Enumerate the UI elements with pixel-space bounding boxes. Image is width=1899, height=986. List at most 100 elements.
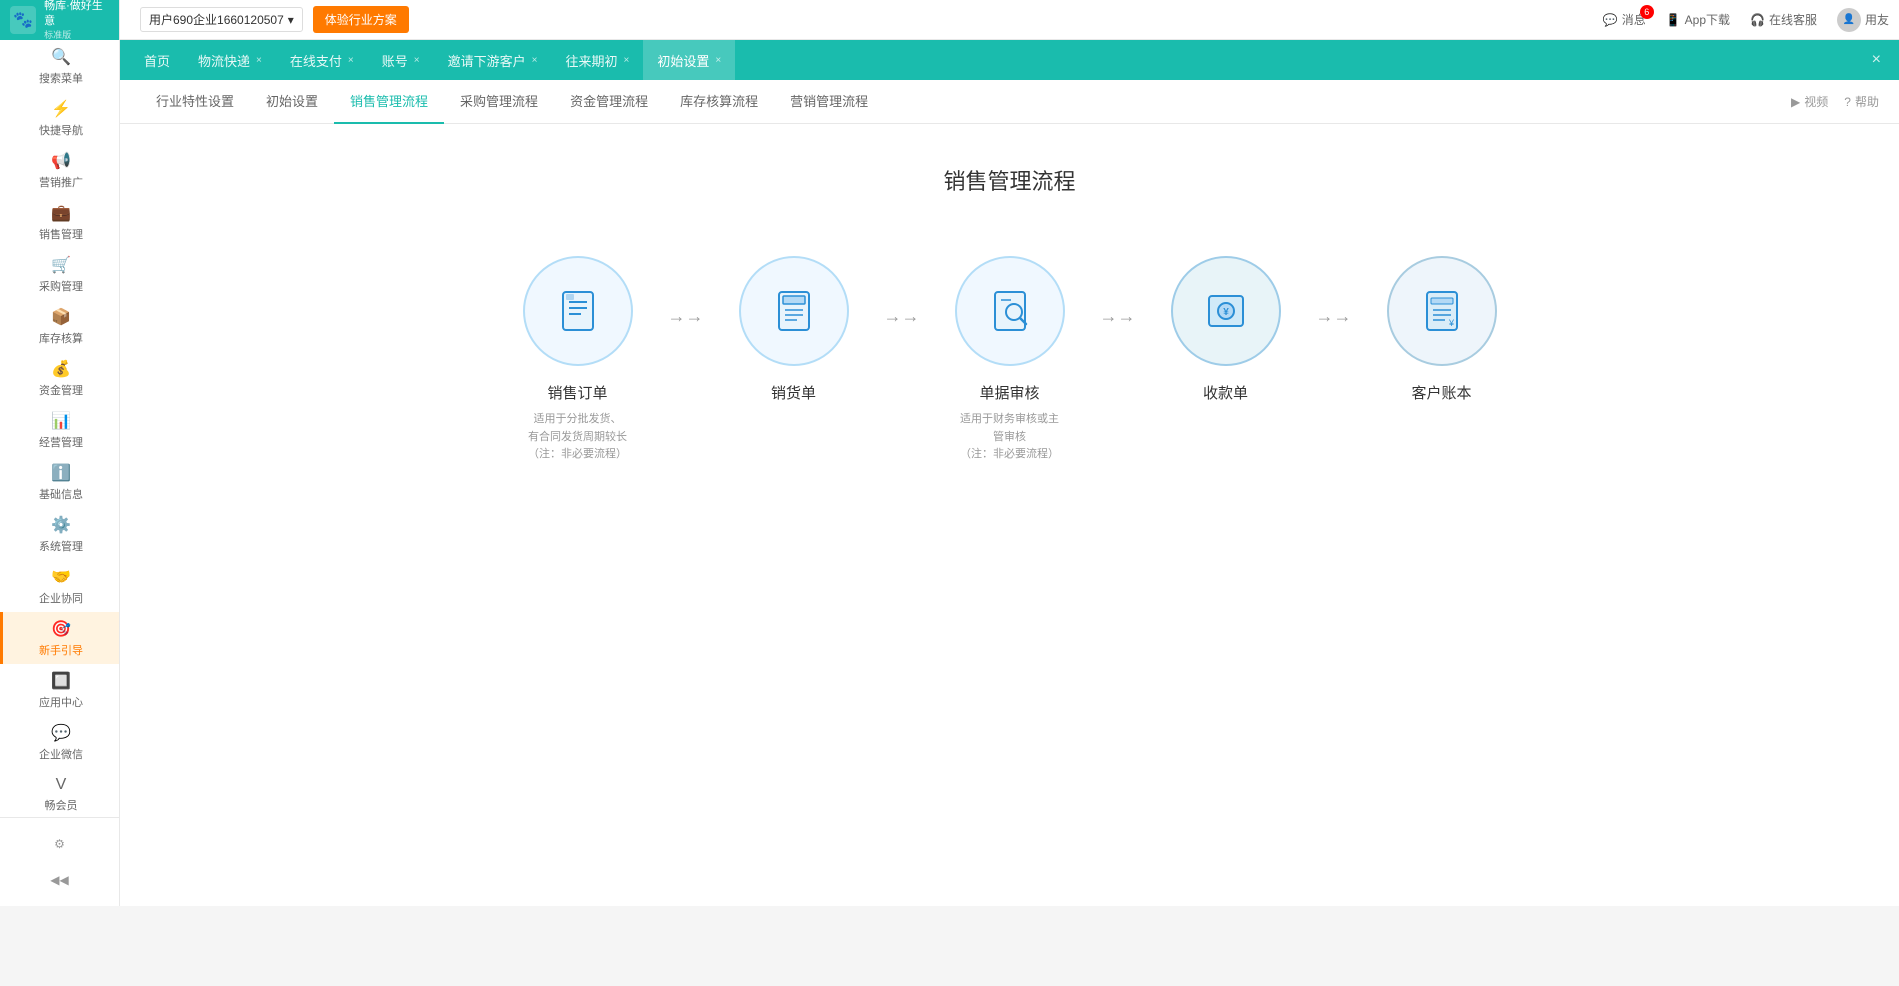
nav-tab-label-2: 在线支付 [290,51,342,70]
sidebar-icon-14: V [56,776,67,794]
nav-tab-close-4[interactable]: × [532,55,538,66]
help-link[interactable]: ? 帮助 [1844,93,1879,110]
app-label: App下载 [1685,11,1730,28]
nav-tab-label-1: 物流快递 [198,51,250,70]
sub-tab-1[interactable]: 初始设置 [250,80,334,124]
flow-step-desc-1: 适用于分批发货、有合同发货周期较长（注：非必要流程） [528,411,627,464]
sidebar-icon-12: 🔲 [51,671,71,691]
sidebar-item-5[interactable]: 📦 库存核算 [0,300,119,352]
sidebar-label-9: 系统管理 [39,538,83,554]
nav-tab-2[interactable]: 在线支付 × [276,40,368,80]
sidebar-item-6[interactable]: 💰 资金管理 [0,352,119,404]
sidebar-label-4: 采购管理 [39,278,83,294]
sidebar-item-10[interactable]: 🤝 企业协同 [0,560,119,612]
trial-button[interactable]: 体验行业方案 [313,6,409,33]
sidebar-icon-5: 📦 [51,307,71,327]
sidebar-item-0[interactable]: 🔍 搜索菜单 [0,40,119,92]
sidebar-item-13[interactable]: 💬 企业微信 [0,716,119,768]
user-select[interactable]: 用户690企业1660120507 ▾ [140,7,303,32]
sub-tab-5[interactable]: 库存核算流程 [664,80,774,124]
service-icon: 🎧 [1750,13,1765,27]
sidebar-label-11: 新手引导 [39,642,83,658]
user-label: 用户690企业1660120507 [149,11,284,28]
logo-text: 畅库·做好生意 [44,0,109,28]
sidebar-logo: 🐾 畅库·做好生意 标准版 [0,0,119,40]
sub-tab-help: ▶ 视频 ? 帮助 [1791,93,1879,110]
sidebar-item-4[interactable]: 🛒 采购管理 [0,248,119,300]
sidebar-label-1: 快捷导航 [39,122,83,138]
username: 用友 [1865,11,1889,28]
sidebar-item-7[interactable]: 📊 经营管理 [0,404,119,456]
sub-tab-3[interactable]: 采购管理流程 [444,80,554,124]
nav-tab-label-6: 初始设置 [657,51,709,70]
sidebar-icon-0: 🔍 [51,47,71,67]
sub-tab-0[interactable]: 行业特性设置 [140,80,250,124]
sub-tab-2[interactable]: 销售管理流程 [334,80,444,124]
nav-tab-close-2[interactable]: × [348,55,354,66]
nav-tab-label-5: 往来期初 [565,51,617,70]
message-item[interactable]: 💬 消息 6 [1603,11,1646,28]
nav-tab-label-0: 首页 [144,51,170,70]
sidebar-settings[interactable]: ⚙ [0,826,119,862]
flow-step-4[interactable]: ¥ 收款单 [1126,256,1326,411]
flow-step-title-5: 客户账本 [1411,382,1471,403]
sidebar-icon-3: 💼 [51,203,71,223]
flow-step-3[interactable]: 单据审核 适用于财务审核或主管审核（注：非必要流程） [910,256,1110,464]
app-download-item[interactable]: 📱 App下载 [1666,11,1730,28]
sidebar-item-11[interactable]: 🎯 新手引导 [0,612,119,664]
sidebar-icon-11: 🎯 [51,619,71,639]
sidebar-item-2[interactable]: 📢 营销推广 [0,144,119,196]
sidebar-icon-1: ⚡ [51,99,71,119]
sub-tab-6[interactable]: 营销管理流程 [774,80,884,124]
settings-icon: ⚙ [54,837,65,851]
flow-step-2[interactable]: 销货单 [694,256,894,411]
nav-tab-5[interactable]: 往来期初 × [551,40,643,80]
sidebar-item-1[interactable]: ⚡ 快捷导航 [0,92,119,144]
online-service-item[interactable]: 🎧 在线客服 [1750,11,1817,28]
logo-icon: 🐾 [10,6,36,34]
flow-step-5[interactable]: ¥ 客户账本 [1342,256,1542,411]
sidebar-label-5: 库存核算 [39,330,83,346]
sidebar-label-12: 应用中心 [39,694,83,710]
user-avatar-item[interactable]: 👤 用友 [1837,8,1889,32]
nav-tab-close-1[interactable]: × [256,55,262,66]
sidebar-collapse[interactable]: ◀◀ [0,862,119,898]
sidebar-label-6: 资金管理 [39,382,83,398]
service-label: 在线客服 [1769,11,1817,28]
page-content: 销售管理流程 销售订单 适用于分批发货、有合同发货周期较长（注：非必要流程） →… [120,124,1899,504]
video-help[interactable]: ▶ 视频 [1791,93,1828,110]
avatar: 👤 [1837,8,1861,32]
flow-step-title-3: 单据审核 [979,382,1039,403]
sidebar-item-8[interactable]: ℹ️ 基础信息 [0,456,119,508]
help-icon: ? [1844,95,1851,109]
nav-tabs: 首页物流快递×在线支付×账号×邀请下游客户×往来期初×初始设置×× [120,40,1899,80]
flow-step-title-4: 收款单 [1203,382,1248,403]
sub-tab-label-5: 库存核算流程 [680,91,758,110]
nav-tab-close-6[interactable]: × [715,55,721,66]
nav-tab-close-3[interactable]: × [414,55,420,66]
nav-tab-3[interactable]: 账号× [368,40,434,80]
close-all-tabs[interactable]: × [1864,51,1889,69]
sub-tab-label-6: 营销管理流程 [790,91,868,110]
sidebar-icon-6: 💰 [51,359,71,379]
nav-tab-6[interactable]: 初始设置 × [643,40,735,80]
nav-tab-1[interactable]: 物流快递 × [184,40,276,80]
nav-tab-label-4: 邀请下游客户 [448,51,526,70]
sub-tab-4[interactable]: 资金管理流程 [554,80,664,124]
message-badge: 6 [1640,5,1654,19]
nav-tab-0[interactable]: 首页 [130,40,184,80]
sidebar-label-14: 畅会员 [45,797,78,813]
nav-tab-4[interactable]: 邀请下游客户 × [434,40,552,80]
flow-chart: 销售订单 适用于分批发货、有合同发货周期较长（注：非必要流程） →→ 销货单 [180,256,1839,464]
nav-tab-close-5[interactable]: × [623,55,629,66]
sidebar-item-3[interactable]: 💼 销售管理 [0,196,119,248]
sidebar-label-3: 销售管理 [39,226,83,242]
sidebar-label-10: 企业协同 [39,590,83,606]
sidebar-item-14[interactable]: V 畅会员 [0,768,119,817]
user-dropdown-icon: ▾ [288,13,294,27]
flow-step-1[interactable]: 销售订单 适用于分批发货、有合同发货周期较长（注：非必要流程） [478,256,678,464]
sidebar-label-2: 营销推广 [39,174,83,190]
sub-tab-label-4: 资金管理流程 [570,91,648,110]
sidebar-item-12[interactable]: 🔲 应用中心 [0,664,119,716]
sidebar-item-9[interactable]: ⚙️ 系统管理 [0,508,119,560]
